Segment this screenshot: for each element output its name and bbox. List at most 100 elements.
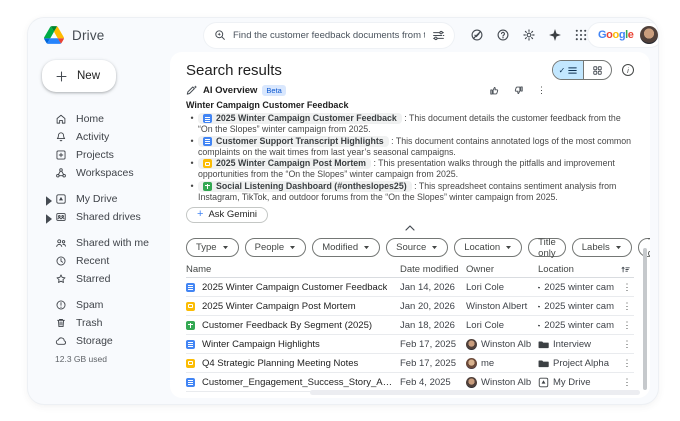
col-header-date[interactable]: Date modified	[400, 264, 460, 275]
search-results-panel: Search results ✓ i AI Overview Beta	[170, 52, 650, 398]
row-menu-icon[interactable]: ⋮	[620, 358, 634, 369]
sidebar-item-shared-drives[interactable]: Shared drives	[42, 208, 170, 226]
sheets-file-icon	[186, 321, 195, 330]
filter-type[interactable]: Type	[186, 238, 239, 257]
search-icon	[214, 29, 226, 41]
sidebar-item-storage[interactable]: Storage	[42, 332, 170, 350]
sidebar-item-home[interactable]: Home	[42, 110, 170, 128]
filter-labels[interactable]: Labels	[572, 238, 632, 257]
file-location: 2025 winter cam	[544, 301, 614, 312]
settings-gear-icon[interactable]	[522, 28, 536, 42]
google-wordmark: Google	[598, 29, 634, 41]
caret-down-icon	[222, 245, 229, 250]
expand-chevron-icon[interactable]	[43, 195, 55, 207]
col-header-name[interactable]: Name	[186, 264, 394, 275]
sidebar-item-activity[interactable]: Activity	[42, 128, 170, 146]
gemini-sparkle-icon[interactable]	[548, 28, 562, 42]
row-menu-icon[interactable]: ⋮	[620, 282, 634, 293]
connection-status-icon[interactable]	[470, 28, 484, 42]
table-row[interactable]: 2025 Winter Campaign Customer Feedback J…	[186, 278, 634, 297]
search-bar[interactable]: Find the customer feedback documents fro…	[204, 23, 454, 48]
col-header-owner[interactable]: Owner	[466, 264, 532, 275]
folder-icon	[538, 358, 549, 369]
drive-logo-area[interactable]: Drive	[44, 26, 204, 44]
owner-name: Lori Cole	[466, 282, 504, 293]
col-header-location[interactable]: Location	[538, 264, 614, 275]
account-pill[interactable]: Google	[588, 23, 658, 47]
expand-chevron-icon[interactable]	[43, 213, 55, 225]
sidebar-item-projects[interactable]: Projects	[42, 146, 170, 164]
owner-avatar	[466, 358, 477, 369]
new-button[interactable]: New	[42, 60, 116, 92]
file-chip[interactable]: Social Listening Dashboard (#ontheslopes…	[198, 181, 412, 192]
sidebar-item-starred[interactable]: Starred	[42, 270, 170, 288]
docs-file-icon	[186, 378, 195, 387]
docs-file-icon	[186, 283, 195, 292]
sidebar-item-shared-with-me[interactable]: Shared with me	[42, 234, 170, 252]
docs-file-icon	[203, 114, 212, 123]
my-drive-location-icon	[538, 377, 549, 388]
filter-people[interactable]: People	[245, 238, 307, 257]
row-menu-icon[interactable]: ⋮	[620, 301, 634, 312]
list-view-toggle[interactable]: ✓	[553, 61, 583, 79]
sidebar-item-trash[interactable]: Trash	[42, 314, 170, 332]
search-query-text[interactable]: Find the customer feedback documents fro…	[233, 30, 425, 41]
beta-badge: Beta	[262, 85, 285, 96]
storage-used-label: 12.3 GB used	[42, 354, 170, 364]
filter-source[interactable]: Source	[386, 238, 448, 257]
caret-down-icon	[431, 245, 438, 250]
filter-title-only[interactable]: Title only	[528, 238, 566, 257]
ai-overview-actions: ⋮	[489, 85, 546, 96]
row-menu-icon[interactable]: ⋮	[620, 339, 634, 350]
owner-name: Winston Alb...	[481, 377, 532, 388]
file-chip[interactable]: 2025 Winter Campaign Post Mortem	[198, 158, 371, 169]
row-menu-icon[interactable]: ⋮	[620, 320, 634, 331]
grid-view-toggle[interactable]	[583, 61, 611, 79]
folder-icon	[538, 339, 549, 350]
thumbs-up-icon[interactable]	[489, 85, 500, 96]
table-row[interactable]: 2025 Winter Campaign Post Mortem Jan 20,…	[186, 297, 634, 316]
sidebar-item-spam[interactable]: Spam	[42, 296, 170, 314]
my-drive-icon	[55, 193, 67, 205]
file-chip[interactable]: 2025 Winter Campaign Customer Feedback	[198, 113, 402, 124]
sheets-file-icon	[203, 182, 212, 191]
row-menu-icon[interactable]: ⋮	[620, 377, 634, 388]
folder-icon	[538, 282, 540, 293]
folder-icon	[538, 301, 540, 312]
ai-overview-icon	[186, 84, 198, 96]
sidebar-item-recent[interactable]: Recent	[42, 252, 170, 270]
filter-modified[interactable]: Modified	[312, 238, 380, 257]
chevron-up-icon	[405, 225, 415, 231]
thumbs-down-icon[interactable]	[513, 85, 524, 96]
ai-bullet: •Social Listening Dashboard (#ontheslope…	[186, 181, 634, 203]
drive-app-window: Drive Find the customer feedback documen…	[28, 18, 658, 404]
sidebar-item-my-drive[interactable]: My Drive	[42, 190, 170, 208]
vertical-scrollbar[interactable]	[643, 248, 647, 390]
caret-down-icon	[289, 245, 296, 250]
user-avatar[interactable]	[640, 26, 658, 44]
owner-name: Lori Cole	[466, 320, 504, 331]
sort-order-icon[interactable]	[620, 264, 631, 275]
slides-file-icon	[186, 302, 195, 311]
table-row[interactable]: Q4 Strategic Planning Meeting Notes Feb …	[186, 354, 634, 373]
file-location: 2025 winter cam	[544, 282, 614, 293]
help-icon[interactable]	[496, 28, 510, 42]
filter-location[interactable]: Location	[454, 238, 522, 257]
table-row[interactable]: Winter Campaign Highlights Feb 17, 2025 …	[186, 335, 634, 354]
ai-overview-label: AI Overview	[203, 85, 257, 96]
date-modified: Jan 14, 2026	[400, 282, 460, 293]
horizontal-scrollbar[interactable]	[310, 390, 640, 395]
sidebar-item-workspaces[interactable]: Workspaces	[42, 164, 170, 182]
ask-gemini-button[interactable]: + Ask Gemini	[186, 207, 268, 223]
details-info-button[interactable]: i	[622, 64, 634, 76]
collapse-ai-overview[interactable]	[186, 225, 634, 231]
ai-bullet: •Customer Support Transcript Highlights …	[186, 136, 634, 158]
file-name: Customer_Engagement_Success_Story_Agency…	[202, 377, 394, 388]
table-row[interactable]: Customer Feedback By Segment (2025) Jan …	[186, 316, 634, 335]
apps-grid-icon[interactable]	[574, 28, 588, 42]
file-name: Winter Campaign Highlights	[202, 339, 320, 350]
ai-overview-menu-icon[interactable]: ⋮	[537, 85, 546, 96]
search-filters-icon[interactable]	[432, 29, 445, 42]
grid-view-icon	[593, 66, 602, 75]
file-chip[interactable]: Customer Support Transcript Highlights	[198, 136, 389, 147]
